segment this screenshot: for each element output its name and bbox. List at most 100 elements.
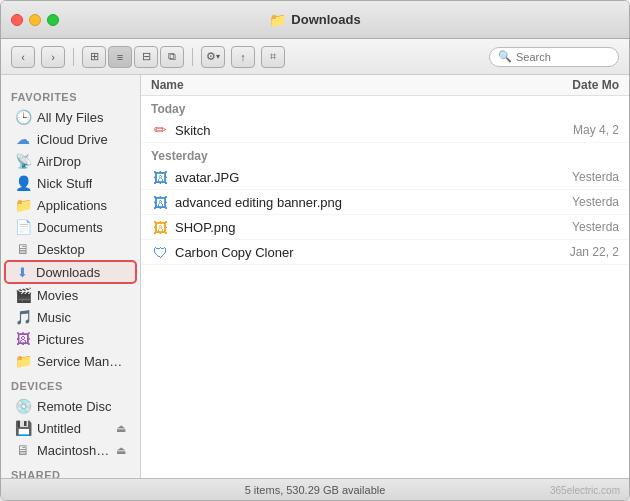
forward-button[interactable]: › [41, 46, 65, 68]
chevron-icon: ▾ [216, 52, 220, 61]
finder-window: 📁 Downloads ‹ › ⊞ ≡ ⊟ ⧉ ⚙▾ [0, 0, 630, 501]
share-icon: ↑ [240, 51, 246, 63]
shop-date: Yesterda [572, 220, 619, 234]
ccc-date: Jan 22, 2 [570, 245, 619, 259]
file-row-banner[interactable]: 🖼 advanced editing banner.png Yesterda [141, 190, 629, 215]
sidebar-item-macintosh-hd[interactable]: 🖥 Macintosh HD ⏏ [5, 439, 136, 461]
sidebar: Favorites 🕒 All My Files ☁ iCloud Drive … [1, 75, 141, 478]
banner-name: advanced editing banner.png [175, 195, 566, 210]
sidebar-item-pictures[interactable]: 🖼 Pictures [5, 328, 136, 350]
sidebar-item-airdrop[interactable]: 📡 AirDrop [5, 150, 136, 172]
sidebar-item-downloads[interactable]: ⬇ Downloads [4, 260, 137, 284]
skitch-icon: ✏ [151, 121, 169, 139]
sidebar-item-untitled[interactable]: 💾 Untitled ⏏ [5, 417, 136, 439]
sidebar-item-applications[interactable]: 📁 Applications [5, 194, 136, 216]
favorites-header: Favorites [1, 83, 140, 106]
share-button[interactable]: ↑ [231, 46, 255, 68]
sidebar-item-nick-stuff[interactable]: 👤 Nick Stuff [5, 172, 136, 194]
sidebar-item-service-manuals[interactable]: 📁 Service Manuals [5, 350, 136, 372]
watermark: 365electric.com [550, 485, 620, 496]
movies-icon: 🎬 [15, 287, 31, 303]
statusbar: 5 items, 530.29 GB available [1, 478, 629, 500]
applications-icon: 📁 [15, 197, 31, 213]
file-row-skitch[interactable]: ✏ Skitch May 4, 2 [141, 118, 629, 143]
col-name-header: Name [151, 78, 499, 92]
sidebar-label-icloud-drive: iCloud Drive [37, 132, 108, 147]
cloud-icon: ☁ [15, 131, 31, 147]
sidebar-label-downloads: Downloads [36, 265, 100, 280]
sidebar-item-all-my-files[interactable]: 🕒 All My Files [5, 106, 136, 128]
view-cover-button[interactable]: ⧉ [160, 46, 184, 68]
airdrop-icon: 📡 [15, 153, 31, 169]
skitch-name: Skitch [175, 123, 567, 138]
back-icon: ‹ [21, 51, 25, 63]
grid-icon: ⊞ [90, 50, 99, 63]
toolbar-separator-2 [192, 48, 193, 66]
sidebar-item-music[interactable]: 🎵 Music [5, 306, 136, 328]
title-folder-icon: 📁 [269, 12, 286, 28]
title-text: Downloads [291, 12, 360, 27]
sidebar-label-remote-disc: Remote Disc [37, 399, 111, 414]
hd-icon: 🖥 [15, 442, 31, 458]
traffic-lights [11, 14, 59, 26]
content-area: Favorites 🕒 All My Files ☁ iCloud Drive … [1, 75, 629, 478]
shop-name: SHOP.png [175, 220, 566, 235]
maximize-button[interactable] [47, 14, 59, 26]
cover-icon: ⧉ [168, 50, 176, 63]
sidebar-label-untitled: Untitled [37, 421, 81, 436]
clock-icon: 🕒 [15, 109, 31, 125]
tag-icon: ⌗ [270, 50, 276, 63]
devices-header: Devices [1, 372, 140, 395]
sidebar-item-movies[interactable]: 🎬 Movies [5, 284, 136, 306]
sidebar-label-documents: Documents [37, 220, 103, 235]
sidebar-item-documents[interactable]: 📄 Documents [5, 216, 136, 238]
gear-icon: ⚙ [206, 50, 216, 63]
file-row-ccc[interactable]: 🛡 Carbon Copy Cloner Jan 22, 2 [141, 240, 629, 265]
sidebar-item-remote-disc[interactable]: 💿 Remote Disc [5, 395, 136, 417]
back-button[interactable]: ‹ [11, 46, 35, 68]
drive-icon: 💾 [15, 420, 31, 436]
search-box[interactable]: 🔍 [489, 47, 619, 67]
view-icon-button[interactable]: ⊞ [82, 46, 106, 68]
view-column-button[interactable]: ⊟ [134, 46, 158, 68]
sidebar-label-music: Music [37, 310, 71, 325]
yesterday-section-label: Yesterday [141, 143, 629, 165]
service-manuals-icon: 📁 [15, 353, 31, 369]
sidebar-label-airdrop: AirDrop [37, 154, 81, 169]
file-row-avatar[interactable]: 🖼 avatar.JPG Yesterda [141, 165, 629, 190]
col-date-header: Date Mo [499, 78, 619, 92]
banner-icon: 🖼 [151, 193, 169, 211]
sidebar-label-pictures: Pictures [37, 332, 84, 347]
eject-hd-button[interactable]: ⏏ [116, 444, 126, 457]
desktop-icon: 🖥 [15, 241, 31, 257]
sidebar-label-all-my-files: All My Files [37, 110, 103, 125]
music-icon: 🎵 [15, 309, 31, 325]
shop-icon: 🖼 [151, 218, 169, 236]
list-icon: ≡ [117, 51, 123, 63]
action-button[interactable]: ⚙▾ [201, 46, 225, 68]
sidebar-label-service-manuals: Service Manuals [37, 354, 126, 369]
toolbar: ‹ › ⊞ ≡ ⊟ ⧉ ⚙▾ ↑ ⌗ [1, 39, 629, 75]
ccc-icon: 🛡 [151, 243, 169, 261]
tag-button[interactable]: ⌗ [261, 46, 285, 68]
view-controls: ⊞ ≡ ⊟ ⧉ [82, 46, 184, 68]
file-list-area: Name Date Mo Today ✏ Skitch May 4, 2 Yes… [141, 75, 629, 478]
banner-date: Yesterda [572, 195, 619, 209]
file-list-header: Name Date Mo [141, 75, 629, 96]
search-input[interactable] [516, 51, 610, 63]
sidebar-label-nick-stuff: Nick Stuff [37, 176, 92, 191]
documents-icon: 📄 [15, 219, 31, 235]
today-section-label: Today [141, 96, 629, 118]
window-title: 📁 Downloads [269, 12, 360, 28]
forward-icon: › [51, 51, 55, 63]
file-row-shop[interactable]: 🖼 SHOP.png Yesterda [141, 215, 629, 240]
close-button[interactable] [11, 14, 23, 26]
eject-untitled-button[interactable]: ⏏ [116, 422, 126, 435]
view-list-button[interactable]: ≡ [108, 46, 132, 68]
avatar-name: avatar.JPG [175, 170, 566, 185]
minimize-button[interactable] [29, 14, 41, 26]
user-icon: 👤 [15, 175, 31, 191]
sidebar-item-desktop[interactable]: 🖥 Desktop [5, 238, 136, 260]
downloads-icon: ⬇ [14, 264, 30, 280]
sidebar-item-icloud-drive[interactable]: ☁ iCloud Drive [5, 128, 136, 150]
